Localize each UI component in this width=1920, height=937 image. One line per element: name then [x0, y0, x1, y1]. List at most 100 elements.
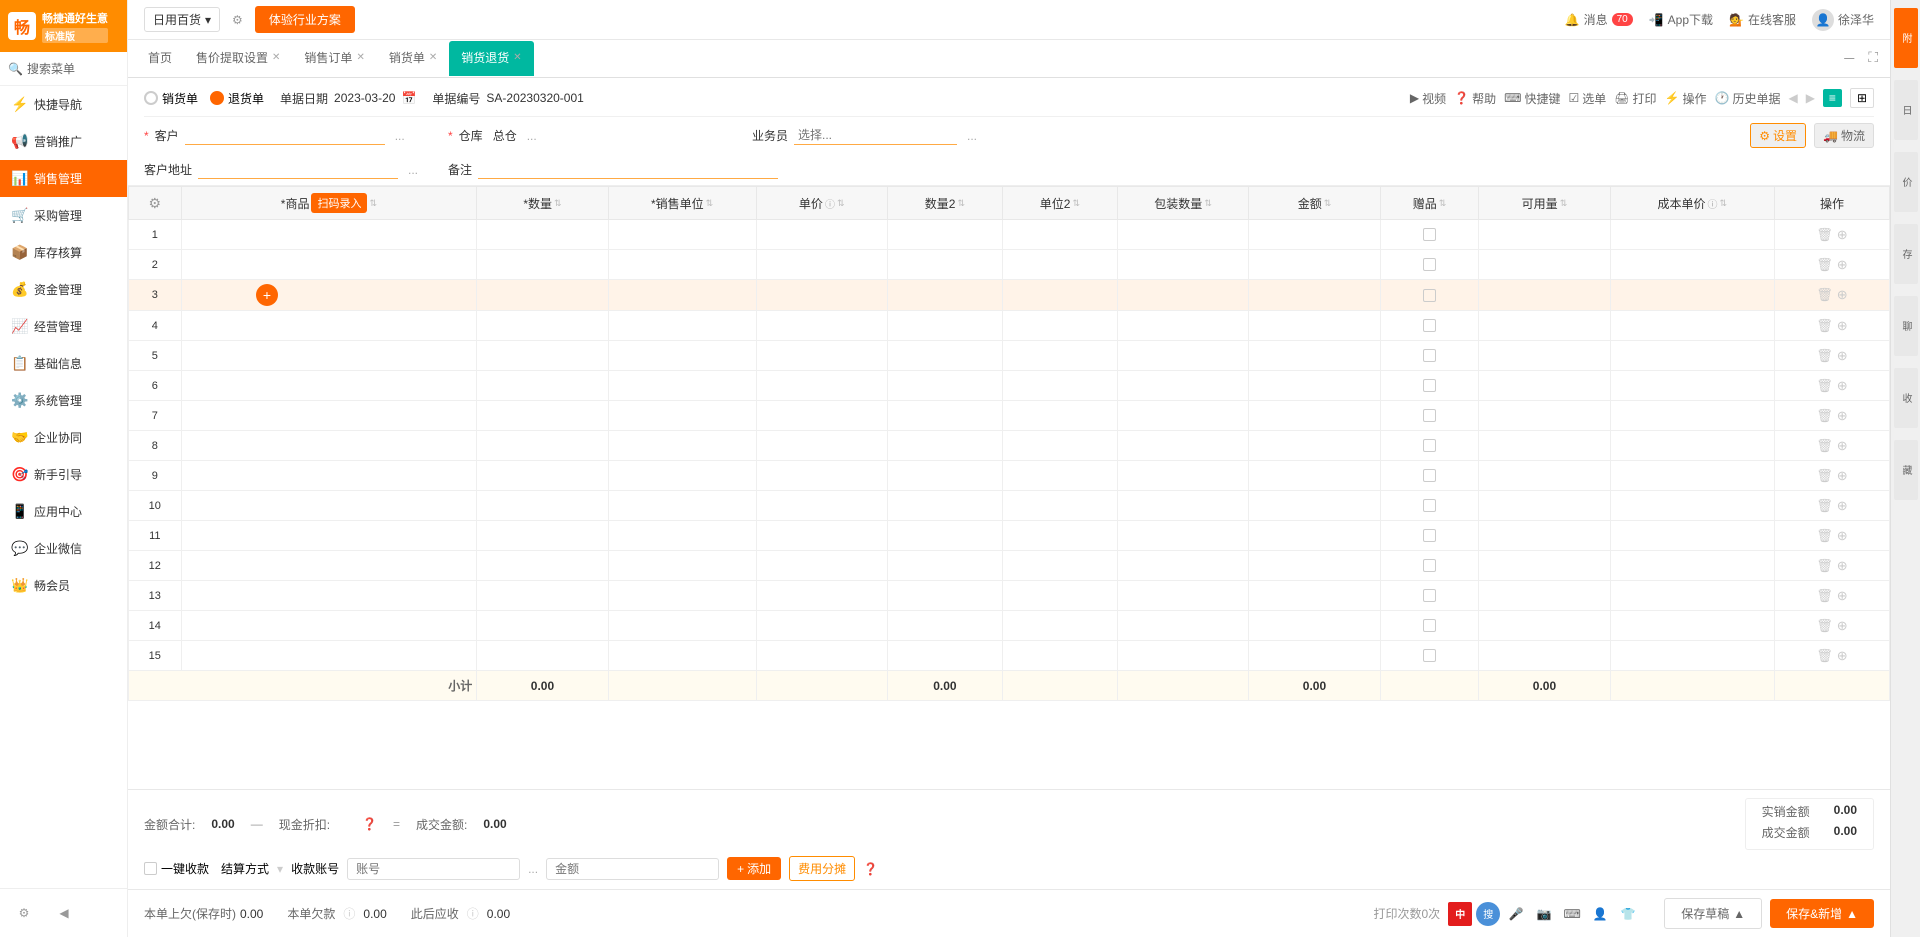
delete-row-btn[interactable]: 🗑 [1816, 227, 1833, 243]
delete-row-btn[interactable]: 🗑 [1816, 438, 1833, 454]
sort-gift-icon[interactable]: ⇅ [1439, 198, 1447, 209]
sidebar-item-purchase[interactable]: 🛒 采购管理 [0, 197, 127, 234]
gift-checkbox[interactable] [1423, 439, 1436, 452]
calendar-icon[interactable]: 📅 [401, 91, 416, 105]
person-icon[interactable]: 👤 [1588, 902, 1612, 926]
scan-enter-btn[interactable]: 扫码录入 [311, 193, 367, 213]
tab-sales[interactable]: 销货单 ✕ [377, 41, 449, 76]
delete-row-btn[interactable]: 🗑 [1816, 348, 1833, 364]
copy-row-btn[interactable]: ⊕ [1837, 378, 1848, 394]
delete-row-btn[interactable]: 🗑 [1816, 378, 1833, 394]
copy-row-btn[interactable]: ⊕ [1837, 408, 1848, 424]
copy-row-btn[interactable]: ⊕ [1837, 648, 1848, 664]
tab-price-settings-close[interactable]: ✕ [272, 52, 280, 63]
copy-row-btn[interactable]: ⊕ [1837, 287, 1848, 303]
gift-checkbox[interactable] [1423, 529, 1436, 542]
account-dots-btn[interactable]: ... [528, 862, 538, 876]
camera-icon[interactable]: 📷 [1532, 902, 1556, 926]
tab-sales-return-close[interactable]: ✕ [513, 52, 521, 63]
delete-row-btn[interactable]: 🗑 [1816, 318, 1833, 334]
copy-row-btn[interactable]: ⊕ [1837, 468, 1848, 484]
copy-row-btn[interactable]: ⊕ [1837, 588, 1848, 604]
copy-row-btn[interactable]: ⊕ [1837, 498, 1848, 514]
radio-sales[interactable]: 销货单 [144, 90, 198, 107]
right-panel-btn-5[interactable]: 聊 [1894, 296, 1918, 356]
amount-input[interactable] [546, 858, 719, 880]
right-panel-btn-3[interactable]: 价 [1894, 152, 1918, 212]
gift-checkbox[interactable] [1423, 589, 1436, 602]
sidebar-item-sales[interactable]: 📊 销售管理 [0, 160, 127, 197]
settings-bottom-icon[interactable]: ⚙ [8, 897, 40, 929]
list-view-btn[interactable]: ≡ [1823, 89, 1842, 107]
gift-checkbox[interactable] [1423, 289, 1436, 302]
help-btn[interactable]: ❓ 帮助 [1454, 90, 1496, 107]
copy-row-btn[interactable]: ⊕ [1837, 528, 1848, 544]
address-dots-btn[interactable]: ... [408, 163, 418, 177]
mic-icon[interactable]: 🎤 [1504, 902, 1528, 926]
delete-row-btn[interactable]: 🗑 [1816, 257, 1833, 273]
collapse-icon[interactable]: ◀ [48, 897, 80, 929]
gift-checkbox[interactable] [1423, 258, 1436, 271]
tab-maximize-button[interactable]: ⛶ [1864, 47, 1882, 71]
tshirt-icon[interactable]: 👕 [1616, 902, 1640, 926]
address-input[interactable] [198, 160, 398, 179]
copy-row-btn[interactable]: ⊕ [1837, 618, 1848, 634]
delete-row-btn[interactable]: 🗑 [1816, 528, 1833, 544]
note-input[interactable] [478, 160, 778, 179]
tab-home[interactable]: 首页 [136, 41, 184, 76]
account-input[interactable] [347, 858, 520, 880]
discount-question-icon[interactable]: ❓ [362, 817, 377, 831]
delete-row-btn[interactable]: 🗑 [1816, 588, 1833, 604]
gift-checkbox[interactable] [1423, 409, 1436, 422]
right-panel-btn-6[interactable]: 收 [1894, 368, 1918, 428]
equals-btn[interactable]: = [393, 817, 400, 831]
nav-prev-icon[interactable]: ◀ [1788, 91, 1797, 105]
sort-product-icon[interactable]: ⇅ [369, 198, 377, 209]
experience-plan-button[interactable]: 体验行业方案 [255, 6, 355, 33]
tab-sales-order[interactable]: 销售订单 ✕ [292, 41, 376, 76]
gift-checkbox[interactable] [1423, 649, 1436, 662]
gift-checkbox[interactable] [1423, 469, 1436, 482]
delete-row-btn[interactable]: 🗑 [1816, 618, 1833, 634]
table-settings-icon[interactable]: ⚙ [149, 195, 162, 211]
tab-sales-close[interactable]: ✕ [429, 52, 437, 63]
add-row-btn[interactable]: + [256, 284, 278, 306]
message-button[interactable]: 🔔 消息 70 [1565, 11, 1633, 28]
delete-row-btn[interactable]: 🗑 [1816, 287, 1833, 303]
save-new-button[interactable]: 保存&新增 ▲ [1770, 899, 1874, 928]
sidebar-item-wechat[interactable]: 💬 企业微信 [0, 530, 127, 567]
sidebar-item-operations[interactable]: 📈 经营管理 [0, 308, 127, 345]
online-support-button[interactable]: 💁 在线客服 [1729, 11, 1796, 28]
tab-price-settings[interactable]: 售价提取设置 ✕ [184, 41, 292, 76]
price-info-icon[interactable]: ⓘ [825, 196, 835, 211]
settings-topbar-icon[interactable]: ⚙ [232, 13, 243, 27]
save-draft-button[interactable]: 保存草稿 ▲ [1664, 898, 1762, 929]
delete-row-btn[interactable]: 🗑 [1816, 558, 1833, 574]
sidebar-item-system[interactable]: ⚙️ 系统管理 [0, 382, 127, 419]
customer-dots-btn[interactable]: ... [395, 129, 405, 143]
fenyong-button[interactable]: 费用分摊 [789, 856, 855, 881]
sidebar-item-marketing[interactable]: 📢 营销推广 [0, 123, 127, 160]
sidebar-item-newguide[interactable]: 🎯 新手引导 [0, 456, 127, 493]
copy-row-btn[interactable]: ⊕ [1837, 558, 1848, 574]
sidebar-item-enterprise[interactable]: 🤝 企业协同 [0, 419, 127, 456]
print-btn[interactable]: 🖨 打印 [1614, 90, 1656, 107]
video-btn[interactable]: ▶ 视频 [1410, 90, 1446, 107]
sort-qty-icon[interactable]: ⇅ [554, 198, 562, 209]
sidebar-item-apps[interactable]: 📱 应用中心 [0, 493, 127, 530]
sort-qty2-icon[interactable]: ⇅ [957, 198, 965, 209]
delete-row-btn[interactable]: 🗑 [1816, 498, 1833, 514]
gift-checkbox[interactable] [1423, 559, 1436, 572]
gift-checkbox[interactable] [1423, 499, 1436, 512]
gift-checkbox[interactable] [1423, 619, 1436, 632]
one-click-payment-checkbox[interactable]: 一键收款 [144, 860, 209, 877]
delete-row-btn[interactable]: 🗑 [1816, 408, 1833, 424]
sort-pack-icon[interactable]: ⇅ [1204, 198, 1212, 209]
gift-checkbox[interactable] [1423, 349, 1436, 362]
copy-row-btn[interactable]: ⊕ [1837, 318, 1848, 334]
select-btn[interactable]: ☑ 选单 [1568, 90, 1606, 107]
product-input[interactable] [352, 288, 472, 302]
right-panel-btn-2[interactable]: 日 [1894, 80, 1918, 140]
sort-available-icon[interactable]: ⇅ [1560, 198, 1568, 209]
gift-checkbox[interactable] [1423, 379, 1436, 392]
